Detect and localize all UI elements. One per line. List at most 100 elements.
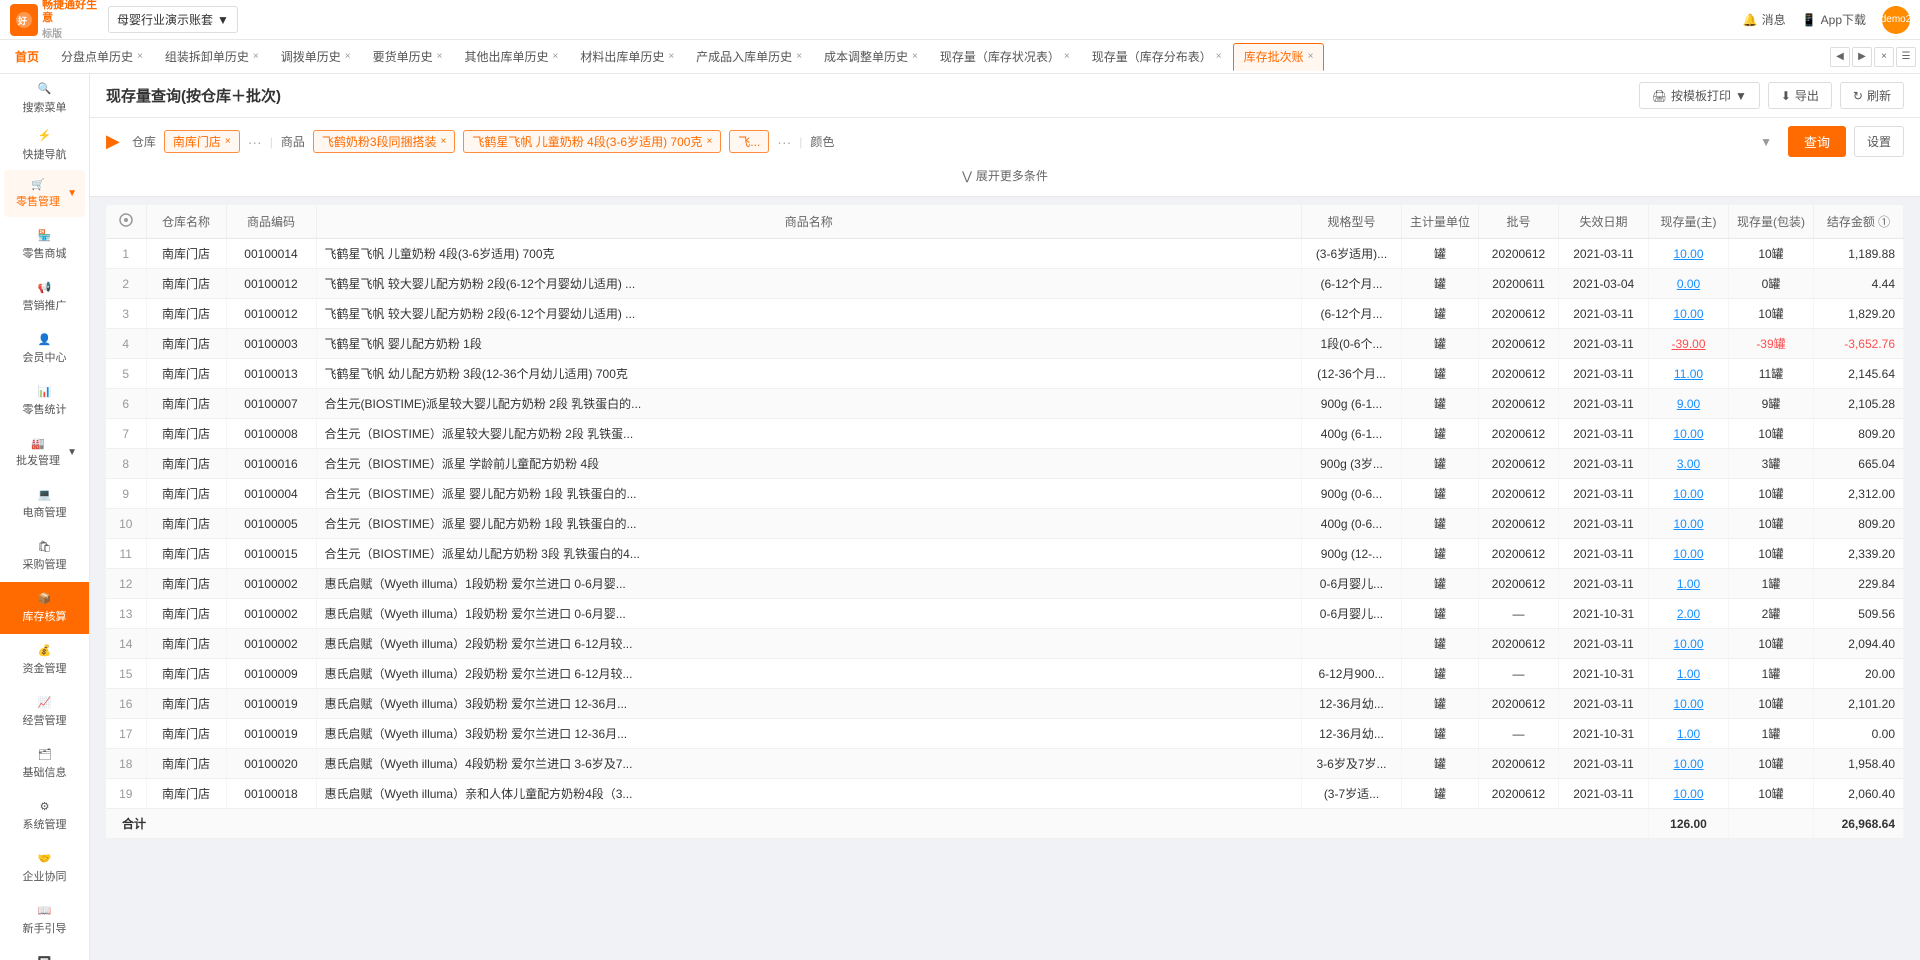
sidebar-item-basics[interactable]: 🗂 基础信息 <box>4 740 85 788</box>
tab-close-icon[interactable]: × <box>1308 51 1314 62</box>
cell-stock-main[interactable]: 10.00 <box>1649 539 1729 569</box>
cell-warehouse: 南库门店 <box>146 389 226 419</box>
warehouse-tag-close[interactable]: × <box>225 136 231 147</box>
cell-stock-main[interactable]: 10.00 <box>1649 509 1729 539</box>
data-table: 仓库名称 商品编码 商品名称 规格型号 主计量单位 批号 失效日期 现存量(主)… <box>106 205 1904 839</box>
query-button[interactable]: 查询 <box>1788 126 1846 157</box>
product-tag2-close[interactable]: × <box>706 136 712 147</box>
settings-button[interactable]: 设置 <box>1854 126 1904 157</box>
cell-stock-pack: 10罐 <box>1729 479 1814 509</box>
cell-stock-main[interactable]: 2.00 <box>1649 599 1729 629</box>
tab-inventory-batch[interactable]: 库存批次账 × <box>1233 43 1325 71</box>
sidebar-item-system[interactable]: ⚙ 系统管理 <box>4 792 85 840</box>
cell-stock-main[interactable]: 1.00 <box>1649 569 1729 599</box>
sidebar-item-inventory[interactable]: 📦 库存核算 <box>0 582 89 634</box>
th-spec: 规格型号 <box>1301 205 1401 239</box>
tab-fenpan[interactable]: 分盘点单历史 × <box>50 43 154 71</box>
tab-close-icon[interactable]: × <box>437 51 443 62</box>
sidebar-item-retailstat[interactable]: 📊 零售统计 <box>4 377 85 425</box>
cell-stock-main[interactable]: 10.00 <box>1649 629 1729 659</box>
tab-close-icon[interactable]: × <box>1064 51 1070 62</box>
cell-spec: 900g (12-... <box>1301 539 1401 569</box>
message-button[interactable]: 🔔 消息 <box>1743 11 1786 28</box>
tab-close-icon[interactable]: × <box>345 51 351 62</box>
filter-expand-arrow[interactable]: ▶ <box>106 131 120 152</box>
color-dropdown-icon[interactable]: ▼ <box>1760 135 1772 149</box>
sidebar-item-operations[interactable]: 📈 经营管理 <box>4 688 85 736</box>
tab-close-all-icon[interactable]: × <box>1874 47 1894 67</box>
cell-stock-main[interactable]: 11.00 <box>1649 359 1729 389</box>
logo-icon: 好 <box>10 4 38 36</box>
tab-close-icon[interactable]: × <box>552 51 558 62</box>
tab-chanpin[interactable]: 产成品入库单历史 × <box>685 43 813 71</box>
cell-stock-main[interactable]: 10.00 <box>1649 479 1729 509</box>
tab-zuzhangche[interactable]: 组装拆卸单历史 × <box>154 43 270 71</box>
cell-stock-main[interactable]: 10.00 <box>1649 749 1729 779</box>
tab-prev-arrow[interactable]: ◀ <box>1830 47 1850 67</box>
cell-stock-main[interactable]: 1.00 <box>1649 659 1729 689</box>
cell-num: 14 <box>106 629 146 659</box>
tab-close-icon[interactable]: × <box>796 51 802 62</box>
cell-num: 15 <box>106 659 146 689</box>
sidebar-nav[interactable]: ⚡ 快捷导航 <box>0 123 89 168</box>
tab-qitachu[interactable]: 其他出库单历史 × <box>453 43 569 71</box>
sidebar-item-enterprise[interactable]: 🤝 企业协同 <box>4 844 85 892</box>
tab-close-icon[interactable]: × <box>668 51 674 62</box>
warehouse-more[interactable]: ··· <box>248 134 262 150</box>
product-tag1-close[interactable]: × <box>441 136 447 147</box>
cell-stock-main[interactable]: -39.00 <box>1649 329 1729 359</box>
sidebar-item-appcenter[interactable]: 🔲 应用中心 <box>4 948 85 960</box>
cell-code: 00100002 <box>226 599 316 629</box>
cell-stock-main[interactable]: 3.00 <box>1649 449 1729 479</box>
sidebar-item-finance[interactable]: 💰 资金管理 <box>4 636 85 684</box>
cell-stock-main[interactable]: 10.00 <box>1649 239 1729 269</box>
tab-close-icon[interactable]: × <box>137 51 143 62</box>
cell-name: 飞鹤星飞帆 婴儿配方奶粉 1段 <box>316 329 1301 359</box>
cell-stock-main[interactable]: 1.00 <box>1649 719 1729 749</box>
export-button[interactable]: ⬇ 导出 <box>1768 82 1832 109</box>
tab-next-arrow[interactable]: ▶ <box>1852 47 1872 67</box>
tab-xiancun-dist[interactable]: 现存量（库存分布表） × <box>1081 43 1233 71</box>
expand-more-btn[interactable]: ⋁ 展开更多条件 <box>962 163 1048 188</box>
cell-stock-main[interactable]: 0.00 <box>1649 269 1729 299</box>
sidebar-search[interactable]: 🔍 搜索菜单 <box>0 74 89 123</box>
tab-xiancun-status[interactable]: 现存量（库存状况表） × <box>929 43 1081 71</box>
footer-row: 合计 126.00 26,968.64 <box>106 809 1904 839</box>
sidebar-item-wholesale[interactable]: 🏭 批发管理 ▼ <box>4 429 85 476</box>
cell-spec: 1段(0-6个... <box>1301 329 1401 359</box>
product-more[interactable]: ··· <box>777 134 791 150</box>
cell-stock-main[interactable]: 10.00 <box>1649 299 1729 329</box>
cell-warehouse: 南库门店 <box>146 689 226 719</box>
company-selector[interactable]: 母婴行业演示账套 ▼ <box>108 6 238 33</box>
tab-close-icon[interactable]: × <box>912 51 918 62</box>
cell-stock-main[interactable]: 10.00 <box>1649 689 1729 719</box>
sidebar-item-retailshop[interactable]: 🏪 零售商城 <box>4 221 85 269</box>
cell-stock-main[interactable]: 9.00 <box>1649 389 1729 419</box>
th-settings[interactable] <box>106 205 146 239</box>
sidebar-item-retail[interactable]: 🛒 零售管理 ▼ <box>4 170 85 217</box>
tab-chengben[interactable]: 成本调整单历史 × <box>813 43 929 71</box>
cell-stock-pack: 1罐 <box>1729 719 1814 749</box>
tab-diaobuo[interactable]: 调拨单历史 × <box>270 43 362 71</box>
tab-cailiao[interactable]: 材料出库单历史 × <box>569 43 685 71</box>
table-row: 18 南库门店 00100020 惠氏启赋（Wyeth illuma）4段奶粉 … <box>106 749 1904 779</box>
cell-balance: 2,339.20 <box>1814 539 1904 569</box>
cell-stock-main[interactable]: 10.00 <box>1649 419 1729 449</box>
app-download-button[interactable]: 📱 App下载 <box>1802 11 1866 28</box>
tab-yaohuo[interactable]: 要货单历史 × <box>362 43 454 71</box>
user-profile[interactable]: demo2 <box>1882 6 1910 34</box>
sidebar-item-purchase[interactable]: 🛍 采购管理 <box>4 532 85 580</box>
cell-balance: 20.00 <box>1814 659 1904 689</box>
cell-stock-main[interactable]: 10.00 <box>1649 779 1729 809</box>
cell-expire: 2021-03-11 <box>1559 449 1649 479</box>
sidebar-item-ecommerce[interactable]: 💻 电商管理 <box>4 480 85 528</box>
tab-menu-icon[interactable]: ☰ <box>1896 47 1916 67</box>
tab-close-icon[interactable]: × <box>253 51 259 62</box>
print-button[interactable]: 🖨 按模板打印 ▼ <box>1639 82 1760 109</box>
sidebar-item-member[interactable]: 👤 会员中心 <box>4 325 85 373</box>
tab-home[interactable]: 首页 <box>4 43 50 71</box>
tab-close-icon[interactable]: × <box>1216 51 1222 62</box>
sidebar-item-marketing[interactable]: 📢 营销推广 <box>4 273 85 321</box>
refresh-button[interactable]: ↻ 刷新 <box>1840 82 1904 109</box>
sidebar-item-guide[interactable]: 📖 新手引导 <box>4 896 85 944</box>
